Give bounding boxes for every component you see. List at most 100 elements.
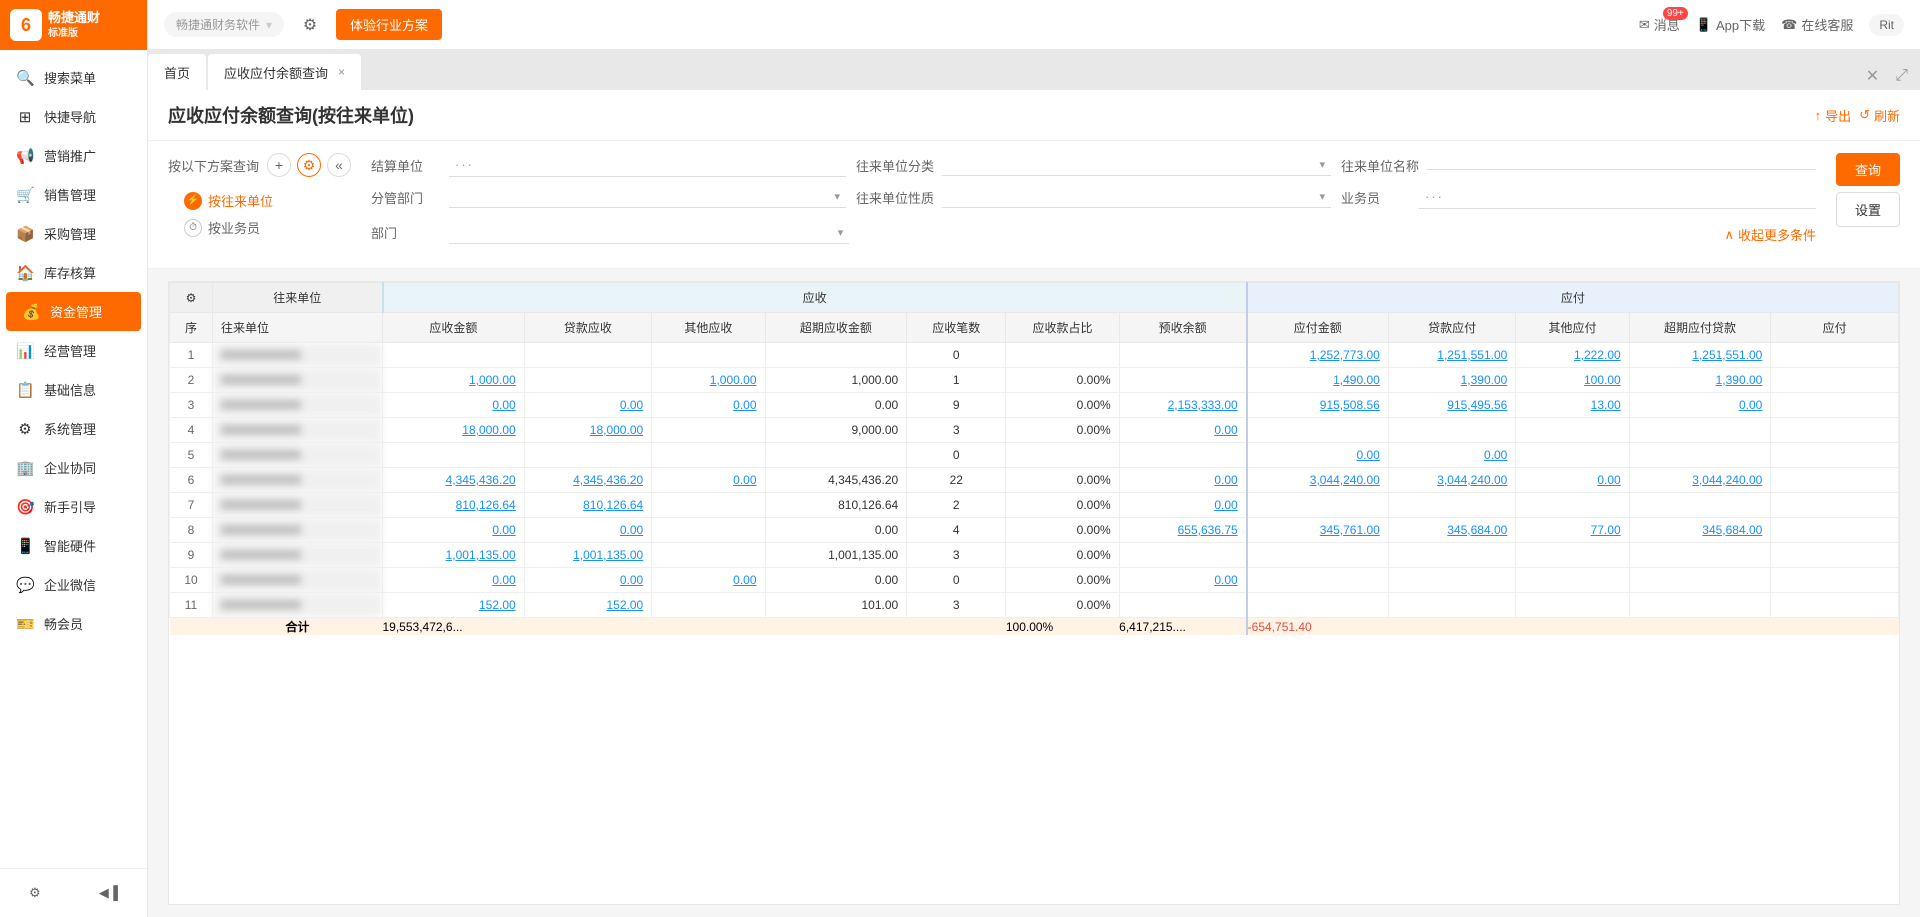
table-cell[interactable]: 0.00 — [652, 568, 765, 593]
sidebar-item-wechat[interactable]: 💬 企业微信 — [0, 565, 147, 604]
table-cell[interactable]: 0.00 — [1247, 443, 1389, 468]
collapse-scheme-button[interactable]: « — [327, 153, 351, 177]
sidebar-item-marketing[interactable]: 📢 营销推广 — [0, 136, 147, 175]
table-cell[interactable]: 0.00 — [1388, 443, 1516, 468]
table-cell[interactable]: 810,126.64 — [383, 493, 525, 518]
sidebar-item-inventory[interactable]: 🏠 库存核算 — [0, 253, 147, 292]
table-cell[interactable]: 345,684.00 — [1388, 518, 1516, 543]
table-cell[interactable]: 1,001,135.00 — [524, 543, 652, 568]
table-cell[interactable]: 1,251,551.00 — [1629, 343, 1771, 368]
table-cell[interactable]: 655,636.75 — [1119, 518, 1247, 543]
table-cell[interactable]: 345,684.00 — [1629, 518, 1771, 543]
dept-select[interactable]: ▾ — [449, 222, 849, 244]
user-info[interactable]: Rit — [1869, 14, 1904, 36]
table-cell[interactable]: 0.00 — [652, 393, 765, 418]
breadcrumb[interactable]: 畅捷通财务软件 ▾ — [164, 12, 284, 37]
table-cell[interactable]: 13.00 — [1516, 393, 1629, 418]
table-cell[interactable]: 345,761.00 — [1247, 518, 1389, 543]
table-cell[interactable]: 1,222.00 — [1516, 343, 1629, 368]
sidebar-item-basic[interactable]: 📋 基础信息 — [0, 370, 147, 409]
table-cell[interactable]: 0.00 — [1119, 468, 1247, 493]
sidebar-item-purchase[interactable]: 📦 采购管理 — [0, 214, 147, 253]
table-cell[interactable]: 1,252,773.00 — [1247, 343, 1389, 368]
table-cell[interactable]: 915,495.56 — [1388, 393, 1516, 418]
table-cell[interactable]: 0.00 — [524, 393, 652, 418]
table-cell[interactable]: 100.00 — [1516, 368, 1629, 393]
tab-home[interactable]: 首页 — [148, 54, 206, 90]
table-cell[interactable]: 3,044,240.00 — [1247, 468, 1389, 493]
table-cell[interactable]: 1,000.00 — [652, 368, 765, 393]
table-cell[interactable]: 0.00 — [524, 518, 652, 543]
messages-button[interactable]: ✉ 消息 99+ — [1639, 15, 1680, 34]
laiwa-name-input[interactable] — [1427, 161, 1816, 170]
sidebar-item-corp[interactable]: 🏢 企业协同 — [0, 448, 147, 487]
table-cell[interactable]: 152.00 — [383, 593, 525, 618]
sidebar-item-member[interactable]: 🎫 畅会员 — [0, 604, 147, 643]
cta-button[interactable]: 体验行业方案 — [336, 9, 442, 40]
settings-gear-button[interactable]: ⚙ — [296, 11, 324, 39]
table-cell[interactable]: 1,001,135.00 — [383, 543, 525, 568]
total-ap-amount[interactable]: -654,751.40 — [1247, 618, 1389, 636]
scheme-item-unit[interactable]: ⚡ 按往来单位 — [176, 187, 351, 214]
sidebar-item-hardware[interactable]: 📱 智能硬件 — [0, 526, 147, 565]
total-ar-amount[interactable]: 19,553,472,6... — [383, 618, 525, 636]
table-cell[interactable]: 1,390.00 — [1388, 368, 1516, 393]
total-prepaid[interactable]: 6,417,215.... — [1119, 618, 1247, 636]
table-cell[interactable]: 810,126.64 — [524, 493, 652, 518]
app-download-button[interactable]: 📱 App下载 — [1696, 15, 1765, 34]
tab-query[interactable]: 应收应付余额查询 × — [208, 54, 361, 90]
sidebar-item-operations[interactable]: 📊 经营管理 — [0, 331, 147, 370]
sidebar-item-quick[interactable]: ⊞ 快捷导航 — [0, 97, 147, 136]
table-cell[interactable]: 18,000.00 — [383, 418, 525, 443]
table-cell[interactable]: 152.00 — [524, 593, 652, 618]
table-cell[interactable]: 4,345,436.20 — [524, 468, 652, 493]
refresh-button[interactable]: ↺ 刷新 — [1859, 106, 1900, 125]
footer-settings-button[interactable]: ⚙ — [19, 879, 51, 907]
sidebar-item-guide[interactable]: 🎯 新手引导 — [0, 487, 147, 526]
table-settings-icon[interactable]: ⚙ — [186, 291, 197, 305]
table-cell[interactable]: 0.00 — [524, 568, 652, 593]
table-cell[interactable]: 2,153,333.00 — [1119, 393, 1247, 418]
table-cell[interactable]: 915,508.56 — [1247, 393, 1389, 418]
laiwa-nature-select[interactable]: ▾ — [942, 186, 1331, 208]
table-cell[interactable]: 4,345,436.20 — [383, 468, 525, 493]
salesman-input[interactable]: ··· — [1419, 185, 1816, 209]
table-cell[interactable]: 1,490.00 — [1247, 368, 1389, 393]
table-cell[interactable]: 3,044,240.00 — [1388, 468, 1516, 493]
table-cell[interactable]: 0.00 — [1629, 393, 1771, 418]
sidebar-item-sales[interactable]: 🛒 销售管理 — [0, 175, 147, 214]
scheme-item-salesman[interactable]: ⏱ 按业务员 — [176, 214, 351, 241]
table-cell[interactable]: 0.00 — [652, 468, 765, 493]
table-cell[interactable]: 0.00 — [1119, 418, 1247, 443]
tab-close-all-icon[interactable]: ✕ — [1862, 62, 1883, 90]
table-cell[interactable]: 0.00 — [1119, 568, 1247, 593]
table-cell[interactable]: 0.00 — [383, 568, 525, 593]
settings-button[interactable]: 设置 — [1836, 192, 1900, 227]
sidebar-item-search[interactable]: 🔍 搜索菜单 — [0, 58, 147, 97]
table-cell[interactable]: 1,390.00 — [1629, 368, 1771, 393]
jiesuan-unit-input[interactable]: ··· — [449, 153, 846, 177]
service-button[interactable]: ☎ 在线客服 — [1781, 15, 1853, 34]
laiwa-category-select[interactable]: ▾ — [942, 154, 1331, 176]
table-cell[interactable]: 3,044,240.00 — [1629, 468, 1771, 493]
table-cell[interactable]: 18,000.00 — [524, 418, 652, 443]
table-cell[interactable]: 1,251,551.00 — [1388, 343, 1516, 368]
collapse-more-button[interactable]: ∧ 收起更多条件 — [1724, 221, 1816, 248]
tab-close-icon[interactable]: × — [338, 65, 345, 79]
footer-collapse-button[interactable]: ◀▐ — [89, 879, 128, 907]
table-cell[interactable]: 0.00 — [383, 393, 525, 418]
table-cell: 9 — [170, 543, 213, 568]
sidebar-item-system[interactable]: ⚙ 系统管理 — [0, 409, 147, 448]
query-button[interactable]: 查询 — [1836, 153, 1900, 186]
settings-scheme-button[interactable]: ⚙ — [297, 153, 321, 177]
add-scheme-button[interactable]: + — [267, 153, 291, 177]
table-cell[interactable]: 0.00 — [1119, 493, 1247, 518]
export-button[interactable]: ↑ 导出 — [1815, 106, 1852, 125]
sidebar-item-finance[interactable]: 💰 资金管理 — [6, 292, 141, 331]
table-cell[interactable]: 77.00 — [1516, 518, 1629, 543]
fenguan-dept-select[interactable]: ▾ — [449, 186, 846, 208]
table-cell[interactable]: 0.00 — [1516, 468, 1629, 493]
table-cell[interactable]: 1,000.00 — [383, 368, 525, 393]
table-cell[interactable]: 0.00 — [383, 518, 525, 543]
tab-fullscreen-icon[interactable]: ⤢ — [1891, 63, 1912, 89]
